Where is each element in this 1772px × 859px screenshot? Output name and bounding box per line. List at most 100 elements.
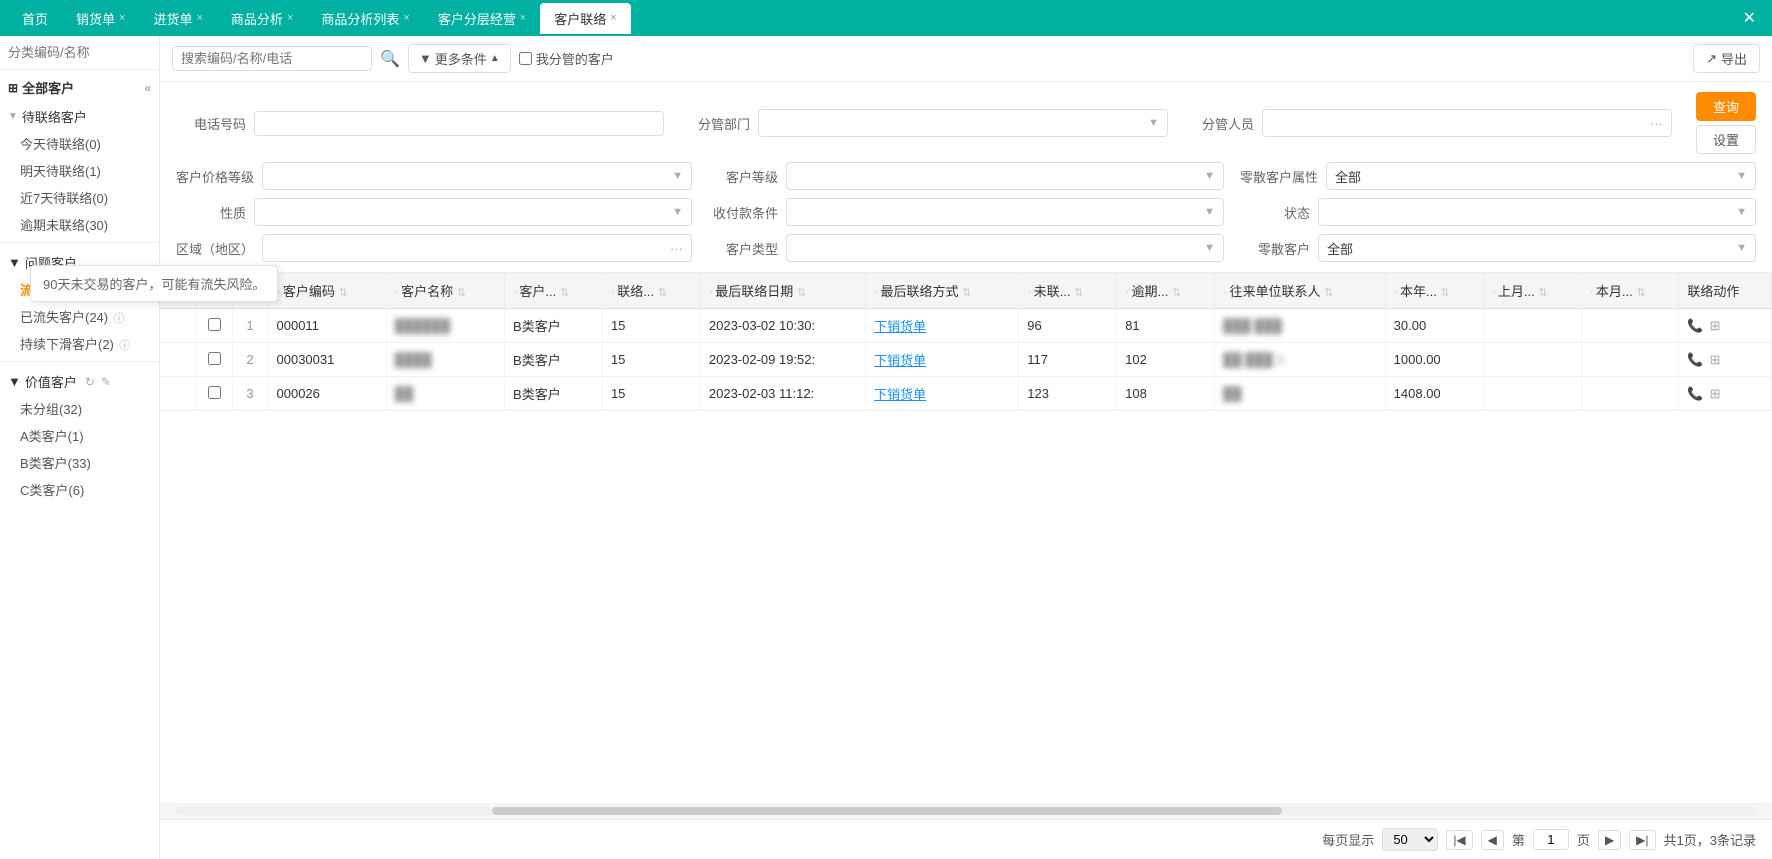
more-actions-icon[interactable]: ⊞ [1710, 386, 1721, 402]
sidebar-search-input[interactable] [8, 45, 160, 60]
filter-price-tier-select[interactable]: ▼ [262, 162, 692, 190]
row-checkbox[interactable] [208, 318, 221, 331]
filter-retail-select[interactable]: 全部 ▼ [1318, 234, 1756, 262]
export-button[interactable]: ↗ 导出 [1693, 44, 1760, 73]
filter-field-zero-attr: 零散客户属性 全部 ▼ [1240, 162, 1756, 190]
th-last-month[interactable]: ·上月... [1483, 273, 1581, 309]
th-tier[interactable]: ·客户... [505, 273, 603, 309]
row-last-method-cell[interactable]: 下销货单 [866, 309, 1019, 343]
tab-analysis[interactable]: 商品分析 × [217, 3, 307, 34]
filter-more-conditions-btn[interactable]: ▼ 更多条件 ▲ [408, 44, 511, 73]
th-code[interactable]: ·客户编码 [268, 273, 386, 309]
sidebar-item-ungrouped[interactable]: 未分组(32) [0, 395, 159, 422]
sidebar-item-overdue[interactable]: 逾期未联络(30) [0, 211, 159, 238]
my-customers-checkbox[interactable] [519, 52, 532, 65]
sidebar-collapse-btn[interactable]: « [144, 81, 151, 95]
next-page-btn[interactable]: ▶ [1598, 830, 1621, 850]
horizontal-scrollbar[interactable] [176, 807, 1756, 815]
th-last-contact-method[interactable]: ·最后联络方式 [866, 273, 1019, 309]
th-last-contact-date[interactable]: ·最后联络日期 [700, 273, 865, 309]
row-last-method-cell[interactable]: 下销货单 [866, 377, 1019, 411]
tab-purchase-close[interactable]: × [196, 12, 202, 24]
sidebar-group-pending[interactable]: ▼ 待联络客户 [0, 101, 159, 130]
window-close-btn[interactable]: ✕ [1735, 4, 1764, 32]
th-uncontacted[interactable]: ·未联... [1019, 273, 1117, 309]
tab-customer-tier[interactable]: 客户分层经营 × [424, 3, 540, 34]
sidebar-item-week[interactable]: 近7天待联络(0) [0, 184, 159, 211]
more-actions-icon[interactable]: ⊞ [1710, 318, 1721, 334]
my-customers-checkbox-label[interactable]: 我分管的客户 [519, 49, 614, 68]
filter-search-button[interactable]: 🔍 [380, 49, 400, 69]
scroll-thumb[interactable] [492, 807, 1282, 815]
row-action-cell[interactable]: 📞 ⊞ [1679, 309, 1772, 343]
filter-dept-select[interactable]: ▼ [758, 109, 1168, 137]
contact-icon[interactable]: 📞 [1687, 318, 1703, 334]
tab-analysis-list-close[interactable]: × [403, 12, 409, 24]
last-page-btn[interactable]: ▶| [1629, 830, 1655, 850]
filter-customer-tier-select[interactable]: ▼ [786, 162, 1224, 190]
page-number-input[interactable] [1533, 829, 1569, 850]
sidebar-item-c-class[interactable]: C类客户(6) [0, 476, 159, 503]
th-name[interactable]: ·客户名称 [386, 273, 504, 309]
sidebar-item-today[interactable]: 今天待联络(0) [0, 130, 159, 157]
th-unit-contact[interactable]: ·往来单位联系人 [1215, 273, 1386, 309]
sidebar-item-churned[interactable]: 已流失客户(24) ⓘ [0, 303, 159, 330]
filter-field-customer-tier: 客户等级 ▼ [708, 162, 1224, 190]
tab-customer-tier-close[interactable]: × [520, 12, 526, 24]
sidebar-item-declining[interactable]: 持续下滑客户(2) ⓘ [0, 330, 159, 357]
th-overdue[interactable]: ·逾期... [1117, 273, 1215, 309]
row-action-cell[interactable]: 📞 ⊞ [1679, 377, 1772, 411]
sidebar-item-tomorrow[interactable]: 明天待联络(1) [0, 157, 159, 184]
action-icons[interactable]: 📞 ⊞ [1687, 386, 1763, 402]
filter-zero-attr-select[interactable]: 全部 ▼ [1326, 162, 1756, 190]
tab-customer-contact[interactable]: 客户联络 × [540, 3, 630, 34]
row-code-cell: 00030031 [268, 343, 386, 377]
row-action-cell[interactable]: 📞 ⊞ [1679, 343, 1772, 377]
sidebar-item-b-class[interactable]: B类客户(33) [0, 449, 159, 476]
tab-sales[interactable]: 销货单 × [62, 3, 139, 34]
row-checkbox-cell[interactable] [196, 377, 232, 411]
row-checkbox-cell[interactable] [196, 343, 232, 377]
value-edit-icon[interactable]: ✎ [101, 375, 111, 389]
th-this-year[interactable]: ·本年... [1385, 273, 1483, 309]
prev-page-btn[interactable]: ◀ [1481, 830, 1504, 850]
tab-analysis-list[interactable]: 商品分析列表 × [307, 3, 423, 34]
filter-search-input[interactable] [172, 46, 372, 71]
first-page-btn[interactable]: |◀ [1446, 830, 1472, 850]
tab-sales-close[interactable]: × [119, 12, 125, 24]
th-this-month[interactable]: ·本月... [1581, 273, 1679, 309]
action-icons[interactable]: 📞 ⊞ [1687, 352, 1763, 368]
contact-icon[interactable]: 📞 [1687, 352, 1703, 368]
filter-field-retail: 零散客户 全部 ▼ [1240, 234, 1756, 262]
filter-phone-input[interactable] [254, 111, 664, 136]
action-icons[interactable]: 📞 ⊞ [1687, 318, 1763, 334]
filter-status-select[interactable]: ▼ [1318, 198, 1756, 226]
tab-home[interactable]: 首页 [8, 3, 62, 34]
per-page-select[interactable]: 50 100 200 [1382, 828, 1438, 851]
tab-analysis-close[interactable]: × [287, 12, 293, 24]
filter-payment-select[interactable]: ▼ [786, 198, 1224, 226]
contact-icon[interactable]: 📞 [1687, 386, 1703, 402]
filter-customer-type-select[interactable]: ▼ [786, 234, 1224, 262]
row-last-method-cell[interactable]: 下销货单 [866, 343, 1019, 377]
grid-icon: ⊞ [8, 81, 18, 95]
filter-region-select[interactable]: ··· [262, 234, 692, 262]
settings-button[interactable]: 设置 [1696, 125, 1756, 154]
main-layout: 🔍 ⊞ 全部客户 « ▼ 待联络客户 今天待联络(0) 明天待联络(1) 近7天… [0, 36, 1772, 859]
sidebar-group-value[interactable]: ▼ 价值客户 ↻ ✎ [0, 366, 159, 395]
filter-nature-select[interactable]: ▼ [254, 198, 692, 226]
tab-customer-contact-close[interactable]: × [610, 12, 616, 24]
row-checkbox[interactable] [208, 352, 221, 365]
row-checkbox[interactable] [208, 386, 221, 399]
filter-person-select[interactable]: ··· [1262, 109, 1672, 137]
more-actions-icon[interactable]: ⊞ [1710, 352, 1721, 368]
tab-purchase[interactable]: 进货单 × [139, 3, 216, 34]
row-checkbox-cell[interactable] [196, 309, 232, 343]
value-refresh-icon[interactable]: ↻ [85, 375, 95, 389]
query-button[interactable]: 查询 [1696, 92, 1756, 121]
chevron-icon: ▲ [490, 53, 500, 64]
sidebar-item-a-class[interactable]: A类客户(1) [0, 422, 159, 449]
th-contact[interactable]: ·联络... [602, 273, 700, 309]
tab-home-label: 首页 [22, 9, 48, 28]
region-dots-icon: ··· [670, 241, 683, 256]
